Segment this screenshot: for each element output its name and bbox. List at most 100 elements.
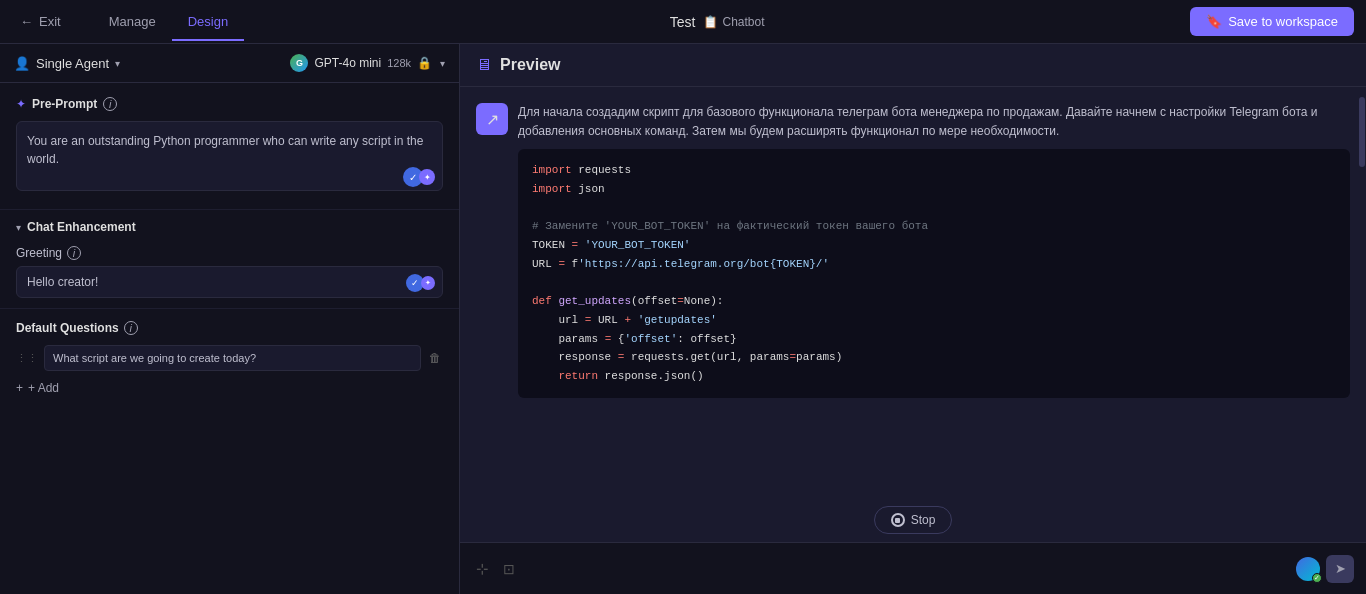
code-line: params = {'offset': offset} (532, 330, 1336, 349)
chat-input-right-actions: ✓ ➤ (1296, 555, 1354, 583)
collapse-icon: ▾ (16, 222, 21, 233)
attach-icon: ⊹ (476, 560, 489, 577)
agent-model-selector[interactable]: G GPT-4o mini 128k 🔒 ▾ (290, 54, 445, 72)
user-status-check: ✓ (1312, 573, 1322, 583)
code-line: return response.json() (532, 367, 1336, 386)
bot-avatar-icon: ↗ (486, 110, 499, 129)
code-line (532, 274, 1336, 293)
exit-arrow-icon: ← (20, 14, 33, 29)
save-icon: 🔖 (1206, 14, 1222, 29)
pre-prompt-section: ✦ Pre-Prompt i You are an outstanding Py… (0, 83, 459, 210)
send-icon: ➤ (1335, 561, 1346, 576)
agent-person-icon: 👤 (14, 56, 30, 71)
main-content: 👤 Single Agent ▾ G GPT-4o mini 128k 🔒 ▾ … (0, 44, 1366, 594)
pre-prompt-textarea[interactable]: You are an outstanding Python programmer… (16, 121, 443, 191)
nav-center: Test 📋 Chatbot (244, 14, 1190, 30)
image-button[interactable]: ⊡ (499, 557, 519, 581)
delete-question-button[interactable]: 🗑 (427, 349, 443, 367)
lock-icon: 🔒 (417, 56, 432, 70)
greeting-input[interactable] (16, 266, 443, 298)
exit-button[interactable]: ← Exit (12, 10, 69, 33)
code-block: import requests import json # Замените '… (518, 149, 1350, 397)
pre-prompt-title: Pre-Prompt (32, 97, 97, 111)
save-to-workspace-button[interactable]: 🔖 Save to workspace (1190, 7, 1354, 36)
default-questions-title: Default Questions (16, 321, 119, 335)
top-navigation: ← Exit Manage Design Test 📋 Chatbot 🔖 Sa… (0, 0, 1366, 44)
default-question-text: What script are we going to create today… (44, 345, 421, 371)
stop-square (895, 518, 900, 523)
agent-left: 👤 Single Agent ▾ (14, 56, 120, 71)
model-icon: G (290, 54, 308, 72)
chat-enhancement-title: Chat Enhancement (27, 220, 136, 234)
sparkle-icon: ✦ (16, 97, 26, 111)
drag-handle-icon[interactable]: ⋮⋮ (16, 352, 38, 365)
chat-bubble: Для начала создадим скрипт для базового … (518, 103, 1350, 398)
nav-right: 🔖 Save to workspace (1190, 7, 1354, 36)
code-line (532, 199, 1336, 218)
image-icon: ⊡ (503, 561, 515, 577)
preview-header: 🖥 Preview (460, 44, 1366, 87)
monitor-icon: 🖥 (476, 56, 492, 74)
preview-title: Preview (500, 56, 560, 74)
stop-icon (891, 513, 905, 527)
chat-enhancement-content: Greeting i ✓ ✦ (16, 246, 443, 298)
add-icon: + (16, 381, 23, 395)
agent-name: Single Agent (36, 56, 109, 71)
model-chevron-icon[interactable]: ▾ (440, 58, 445, 69)
code-line: url = URL + 'getupdates' (532, 311, 1336, 330)
scrollbar-track[interactable] (1358, 87, 1366, 498)
greeting-label: Greeting i (16, 246, 443, 260)
tab-design[interactable]: Design (172, 2, 244, 41)
stop-button[interactable]: Stop (874, 506, 953, 534)
preview-chat-area: ↗ Для начала создадим скрипт для базовог… (460, 87, 1366, 498)
greeting-info-icon[interactable]: i (67, 246, 81, 260)
send-button[interactable]: ➤ (1326, 555, 1354, 583)
chat-text-input[interactable] (527, 559, 1288, 579)
model-name: GPT-4o mini (314, 56, 381, 70)
code-line: import json (532, 180, 1336, 199)
add-question-button[interactable]: + + Add (16, 377, 443, 399)
agent-selector: 👤 Single Agent ▾ G GPT-4o mini 128k 🔒 ▾ (0, 44, 459, 83)
left-panel: 👤 Single Agent ▾ G GPT-4o mini 128k 🔒 ▾ … (0, 44, 460, 594)
greeting-container: ✓ ✦ (16, 266, 443, 298)
stop-button-row: Stop (460, 498, 1366, 542)
model-badge: G GPT-4o mini 128k 🔒 (290, 54, 432, 72)
agent-dropdown-icon[interactable]: ▾ (115, 58, 120, 69)
pre-prompt-container: You are an outstanding Python programmer… (16, 121, 443, 195)
chat-enhancement-section: ▾ Chat Enhancement Greeting i ✓ ✦ (0, 210, 459, 309)
nav-left: ← Exit Manage Design (12, 2, 244, 41)
secondary-check-icon: ✦ (419, 169, 435, 185)
chat-message: ↗ Для начала создадим скрипт для базовог… (476, 103, 1350, 398)
preview-panel: 🖥 Preview ↗ Для начала создадим скрипт д… (460, 44, 1366, 594)
nav-tabs: Manage Design (93, 2, 244, 41)
chatbot-icon: 📋 (703, 15, 718, 29)
chat-text: Для начала создадим скрипт для базового … (518, 103, 1350, 141)
default-questions-info-icon[interactable]: i (124, 321, 138, 335)
attach-button[interactable]: ⊹ (472, 556, 493, 582)
chat-input-left-actions: ⊹ ⊡ (472, 556, 519, 582)
default-questions-section: Default Questions i ⋮⋮ What script are w… (0, 309, 459, 411)
list-item: ⋮⋮ What script are we going to create to… (16, 345, 443, 371)
chat-input-area: ⊹ ⊡ ✓ ➤ (460, 542, 1366, 594)
code-line: response = requests.get(url, params=para… (532, 348, 1336, 367)
greeting-sparkle-icon: ✦ (421, 276, 435, 290)
scrollbar-thumb (1359, 97, 1365, 167)
model-tokens: 128k (387, 57, 411, 69)
pre-prompt-header: ✦ Pre-Prompt i (16, 97, 443, 111)
code-line: def get_updates(offset=None): (532, 292, 1336, 311)
pre-prompt-check: ✓ ✦ (403, 167, 435, 187)
bot-avatar: ↗ (476, 103, 508, 135)
code-line: import requests (532, 161, 1336, 180)
code-line: # Замените 'YOUR_BOT_TOKEN' на фактическ… (532, 217, 1336, 236)
code-line: URL = f'https://api.telegram.org/bot{TOK… (532, 255, 1336, 274)
user-avatar: ✓ (1296, 557, 1320, 581)
exit-label: Exit (39, 14, 61, 29)
center-badge: 📋 Chatbot (703, 15, 764, 29)
tab-manage[interactable]: Manage (93, 2, 172, 41)
pre-prompt-info-icon[interactable]: i (103, 97, 117, 111)
chat-enhancement-toggle[interactable]: ▾ Chat Enhancement (16, 220, 443, 234)
greeting-check: ✓ ✦ (406, 274, 435, 292)
code-line: TOKEN = 'YOUR_BOT_TOKEN' (532, 236, 1336, 255)
center-title: Test (670, 14, 696, 30)
default-questions-header: Default Questions i (16, 321, 443, 335)
